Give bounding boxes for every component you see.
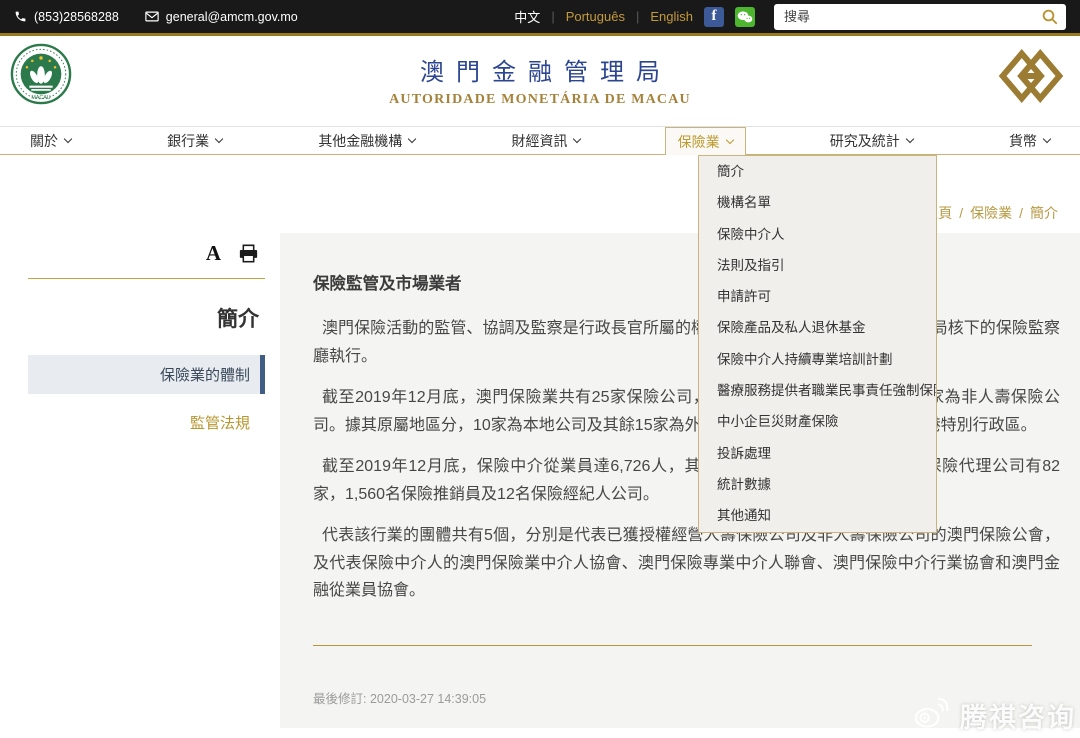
sidebar-item-insurance-system[interactable]: 保險業的體制 bbox=[28, 355, 265, 394]
nav-item-insurance[interactable]: 保險業 bbox=[665, 127, 746, 155]
phone-contact: (853)28568288 bbox=[14, 10, 119, 24]
search-input[interactable] bbox=[774, 4, 1066, 30]
search-box bbox=[774, 4, 1066, 30]
nav-item-other-financial-institutions[interactable]: 其他金融機構 bbox=[306, 127, 427, 154]
menu-item-licence-application[interactable]: 申請許可 bbox=[699, 281, 936, 312]
last-modified-value: 2020-03-27 14:39:05 bbox=[370, 692, 486, 706]
breadcrumb-separator: / bbox=[1019, 205, 1023, 221]
paragraph: 代表該行業的團體共有5個，分別是代表已獲授權經營人壽保險公司及非人壽保險公司的澳… bbox=[313, 522, 1060, 605]
chevron-down-icon bbox=[573, 135, 581, 143]
chevron-down-icon bbox=[215, 135, 223, 143]
lang-separator: | bbox=[636, 9, 639, 24]
menu-item-statistics[interactable]: 統計數據 bbox=[699, 469, 936, 500]
menu-item-sme-catastrophe-property-insurance[interactable]: 中小企巨災財產保險 bbox=[699, 406, 936, 437]
nav-item-banking[interactable]: 銀行業 bbox=[155, 127, 234, 154]
article: 保險監管及市場業者 澳門保險活動的監管、協調及監察是行政長官所屬的權限，該等權限… bbox=[313, 270, 1060, 707]
menu-item-introduction[interactable]: 簡介 bbox=[699, 156, 936, 187]
lang-separator: | bbox=[551, 9, 554, 24]
menu-item-insurance-intermediaries[interactable]: 保險中介人 bbox=[699, 219, 936, 250]
chevron-down-icon bbox=[64, 135, 72, 143]
phone-icon bbox=[14, 10, 27, 23]
site-title-portuguese: AUTORIDADE MONETÁRIA DE MACAU bbox=[0, 92, 1080, 108]
paragraph: 截至2019年12月底，澳門保險業共有25家保險公司，當中12家為人壽保險公司及… bbox=[313, 384, 1060, 439]
nav-label: 銀行業 bbox=[167, 131, 209, 151]
menu-item-products-private-pension-funds[interactable]: 保險產品及私人退休基金 bbox=[699, 312, 936, 343]
breadcrumb-separator: / bbox=[959, 205, 963, 221]
sidebar-heading: 簡介 bbox=[28, 303, 265, 333]
chevron-down-icon bbox=[725, 136, 733, 144]
menu-item-medical-civil-liability-insurance[interactable]: 醫療服務提供者職業民事責任強制保險 bbox=[699, 375, 936, 406]
sidebar: A 簡介 保險業的體制 監管法規 bbox=[28, 241, 265, 433]
font-size-icon[interactable]: A bbox=[206, 243, 221, 264]
lang-portuguese[interactable]: Português bbox=[566, 9, 625, 24]
nav-item-research-statistics[interactable]: 研究及統計 bbox=[818, 127, 925, 154]
paragraph: 截至2019年12月底，保險中介從業員達6,726人，其中個人保險代理人有5,0… bbox=[313, 453, 1060, 508]
site-header: MACAU 澳門金融管理局 AUTORIDADE MONETÁRIA DE MA… bbox=[0, 36, 1080, 126]
menu-item-rules-guidelines[interactable]: 法則及指引 bbox=[699, 250, 936, 281]
facebook-icon[interactable]: f bbox=[704, 7, 724, 27]
chevron-down-icon bbox=[408, 135, 416, 143]
sidebar-tools: A bbox=[28, 241, 265, 265]
breadcrumb-current: 簡介 bbox=[1030, 205, 1058, 221]
menu-item-complaints-handling[interactable]: 投訴處理 bbox=[699, 438, 936, 469]
nav-item-currency[interactable]: 貨幣 bbox=[997, 127, 1062, 154]
last-modified: 最後修訂: 2020-03-27 14:39:05 bbox=[313, 688, 1060, 707]
nav-label: 關於 bbox=[30, 131, 58, 151]
nav-label: 貨幣 bbox=[1009, 131, 1037, 151]
nav-label: 研究及統計 bbox=[830, 131, 900, 151]
printer-icon[interactable] bbox=[238, 244, 259, 263]
top-utility-bar: (853)28568288 general@amcm.gov.mo 中文 | P… bbox=[0, 0, 1080, 36]
email-contact[interactable]: general@amcm.gov.mo bbox=[145, 10, 298, 24]
magnifier-icon[interactable] bbox=[1041, 8, 1059, 29]
main-navigation: 關於 銀行業 其他金融機構 財經資訊 保險業 研究及統計 貨幣 bbox=[0, 126, 1080, 155]
paragraph: 澳門保險活動的監管、協調及監察是行政長官所屬的權限，該等權限透過澳門金融管理局核… bbox=[313, 315, 1060, 370]
nav-label: 其他金融機構 bbox=[318, 131, 402, 151]
site-title-block[interactable]: 澳門金融管理局 AUTORIDADE MONETÁRIA DE MACAU bbox=[0, 52, 1080, 108]
breadcrumb: 主頁/保險業/簡介 bbox=[924, 203, 1058, 223]
menu-item-other-notices[interactable]: 其他通知 bbox=[699, 500, 936, 531]
lang-english[interactable]: English bbox=[650, 9, 693, 24]
nav-item-financial-information[interactable]: 財經資訊 bbox=[499, 127, 592, 154]
nav-item-about[interactable]: 關於 bbox=[18, 127, 83, 154]
phone-number: (853)28568288 bbox=[34, 10, 119, 24]
nav-label: 財經資訊 bbox=[511, 131, 567, 151]
last-modified-label: 最後修訂: bbox=[313, 692, 366, 706]
menu-item-cpd-training-programme[interactable]: 保險中介人持續專業培訓計劃 bbox=[699, 344, 936, 375]
page-title: 保險監管及市場業者 bbox=[313, 270, 1060, 294]
chevron-down-icon bbox=[1043, 135, 1051, 143]
chevron-down-icon bbox=[906, 135, 914, 143]
insurance-dropdown-menu: 簡介 機構名單 保險中介人 法則及指引 申請許可 保險產品及私人退休基金 保險中… bbox=[698, 155, 937, 533]
wechat-icon[interactable] bbox=[735, 7, 755, 27]
email-address: general@amcm.gov.mo bbox=[166, 10, 298, 24]
sidebar-item-regulations[interactable]: 監管法規 bbox=[28, 412, 265, 433]
content-divider bbox=[313, 645, 1032, 646]
lang-chinese[interactable]: 中文 bbox=[514, 7, 540, 26]
topbar-right: 中文 | Português | English f bbox=[514, 4, 1066, 30]
nav-label: 保險業 bbox=[678, 132, 720, 152]
main-area: 主頁/保險業/簡介 A 簡介 保險業的體制 監管法規 保險監管及市場業者 澳門保… bbox=[0, 155, 1080, 738]
amcm-diamond-logo bbox=[998, 46, 1064, 111]
sidebar-divider bbox=[28, 278, 265, 279]
breadcrumb-section-insurance[interactable]: 保險業 bbox=[970, 205, 1012, 221]
envelope-icon bbox=[145, 11, 159, 22]
site-title-chinese: 澳門金融管理局 bbox=[0, 52, 1080, 87]
menu-item-institutions-list[interactable]: 機構名單 bbox=[699, 187, 936, 218]
